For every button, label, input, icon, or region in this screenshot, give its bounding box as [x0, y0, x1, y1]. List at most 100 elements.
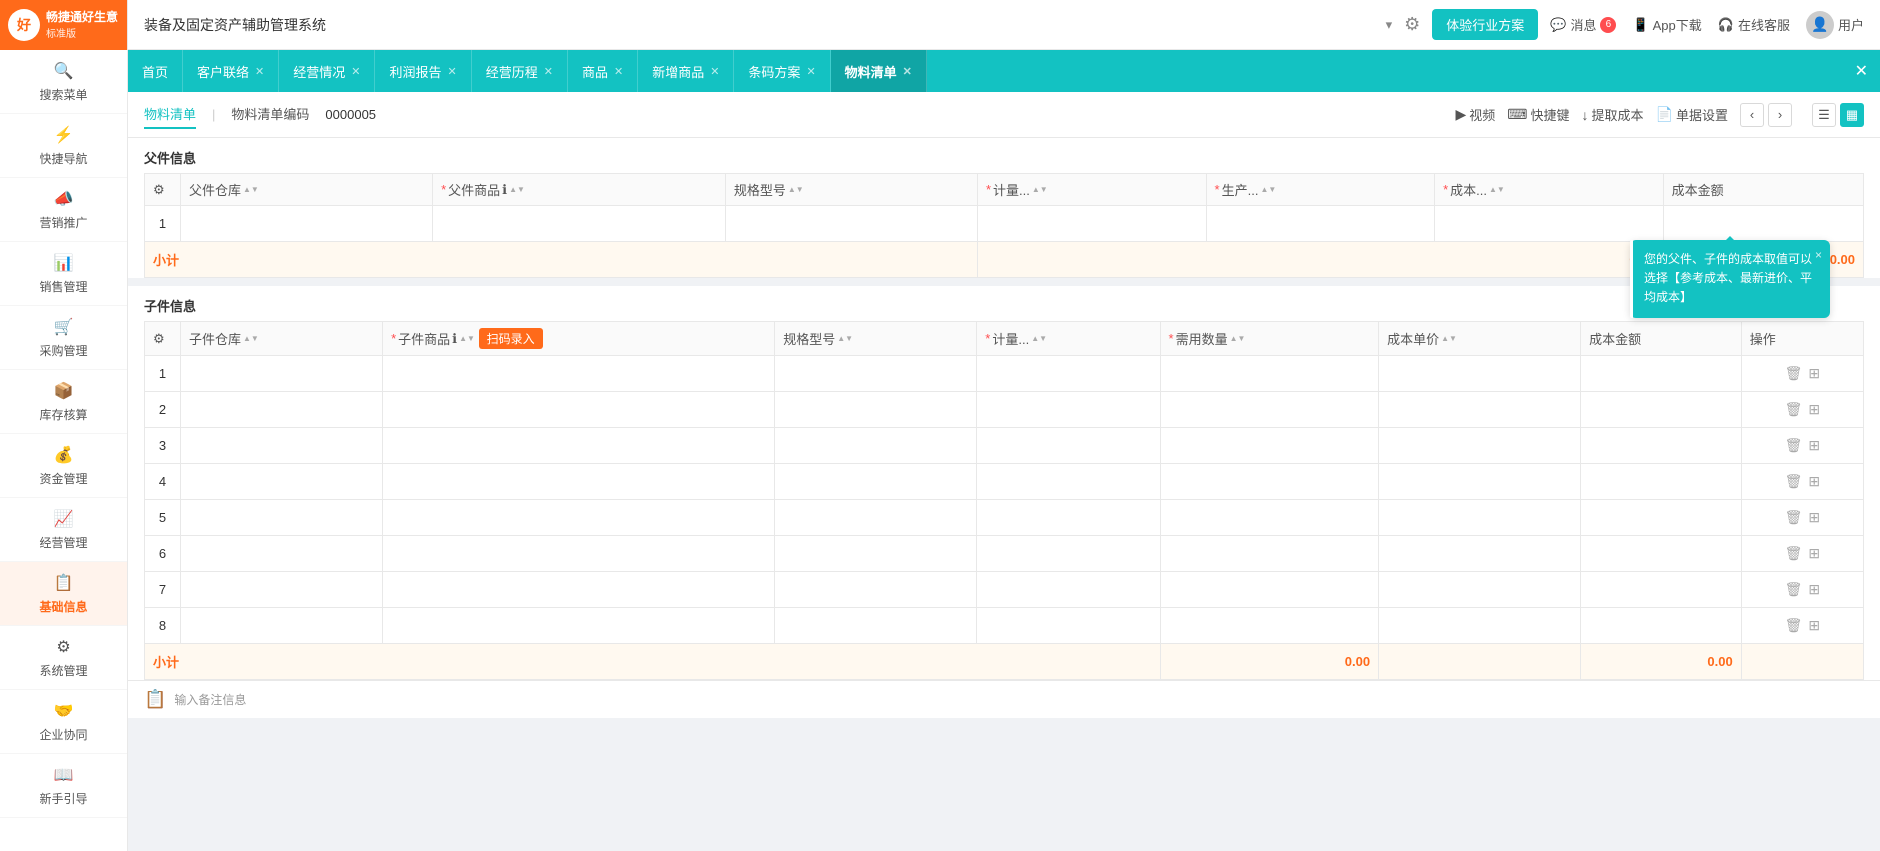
child-unit-1[interactable]	[977, 392, 1160, 428]
parent-warehouse-cell[interactable]	[181, 206, 433, 242]
child-warehouse-3[interactable]	[181, 464, 383, 500]
parent-production-cell[interactable]	[1206, 206, 1435, 242]
child-product-0[interactable]	[383, 356, 775, 392]
sub-tab-list[interactable]: 物料清单	[144, 100, 196, 129]
nav-tab-1[interactable]: 客户联络✕	[183, 50, 279, 92]
child-product-3[interactable]	[383, 464, 775, 500]
sidebar-item-10[interactable]: 🤝企业协同	[0, 690, 127, 754]
nav-tab-close-6[interactable]: ✕	[710, 65, 719, 78]
copy-icon-0[interactable]: ⊞	[1808, 365, 1820, 382]
nav-tab-3[interactable]: 利润报告✕	[375, 50, 471, 92]
nav-tab-close-5[interactable]: ✕	[614, 65, 623, 78]
child-qty-3[interactable]	[1160, 464, 1379, 500]
child-spec-4[interactable]	[775, 500, 977, 536]
sub-tab-code-label[interactable]: 物料清单编码	[231, 100, 309, 129]
parent-col-gear[interactable]: ⚙	[145, 174, 181, 206]
list-view-btn[interactable]: ☰	[1812, 103, 1836, 127]
sidebar-item-6[interactable]: 💰资金管理	[0, 434, 127, 498]
child-qty-1[interactable]	[1160, 392, 1379, 428]
copy-icon-5[interactable]: ⊞	[1808, 545, 1820, 562]
child-warehouse-5[interactable]	[181, 536, 383, 572]
extract-cost-action[interactable]: ↓ 提取成本	[1582, 105, 1644, 124]
scan-input-button[interactable]: 扫码录入	[479, 328, 543, 349]
child-spec-0[interactable]	[775, 356, 977, 392]
child-product-4[interactable]	[383, 500, 775, 536]
child-qty-4[interactable]	[1160, 500, 1379, 536]
nav-tab-6[interactable]: 新增商品✕	[638, 50, 734, 92]
child-product-7[interactable]	[383, 608, 775, 644]
child-unit-cost-2[interactable]	[1379, 428, 1581, 464]
sidebar-item-3[interactable]: 📊销售管理	[0, 242, 127, 306]
next-btn[interactable]: ›	[1768, 103, 1792, 127]
child-unit-cost-4[interactable]	[1379, 500, 1581, 536]
child-warehouse-7[interactable]	[181, 608, 383, 644]
copy-icon-7[interactable]: ⊞	[1808, 617, 1820, 634]
child-unit-cost-0[interactable]	[1379, 356, 1581, 392]
parent-spec-cell[interactable]	[725, 206, 977, 242]
delete-icon-7[interactable]: 🗑	[1785, 617, 1803, 634]
delete-icon-3[interactable]: 🗑	[1785, 473, 1803, 490]
child-warehouse-6[interactable]	[181, 572, 383, 608]
delete-icon-5[interactable]: 🗑	[1785, 545, 1803, 562]
child-spec-2[interactable]	[775, 428, 977, 464]
sidebar-item-9[interactable]: ⚙系统管理	[0, 626, 127, 690]
child-qty-5[interactable]	[1160, 536, 1379, 572]
delete-icon-4[interactable]: 🗑	[1785, 509, 1803, 526]
child-spec-3[interactable]	[775, 464, 977, 500]
prev-btn[interactable]: ‹	[1740, 103, 1764, 127]
nav-tab-2[interactable]: 经营情况✕	[279, 50, 375, 92]
nav-tab-0[interactable]: 首页	[128, 50, 183, 92]
note-placeholder[interactable]: 输入备注信息	[174, 691, 246, 708]
child-spec-6[interactable]	[775, 572, 977, 608]
child-qty-0[interactable]	[1160, 356, 1379, 392]
child-warehouse-0[interactable]	[181, 356, 383, 392]
child-product-2[interactable]	[383, 428, 775, 464]
child-product-1[interactable]	[383, 392, 775, 428]
sidebar-item-11[interactable]: 📖新手引导	[0, 754, 127, 818]
sidebar-item-8[interactable]: 📋基础信息	[0, 562, 127, 626]
sidebar-item-7[interactable]: 📈经营管理	[0, 498, 127, 562]
nav-tab-4[interactable]: 经营历程✕	[472, 50, 568, 92]
nav-tab-close-8[interactable]: ✕	[903, 65, 912, 78]
delete-icon-6[interactable]: 🗑	[1785, 581, 1803, 598]
nav-tab-close-3[interactable]: ✕	[448, 65, 457, 78]
nav-tab-close-1[interactable]: ✕	[255, 65, 264, 78]
dropdown-arrow[interactable]: ▾	[1386, 17, 1393, 33]
delete-icon-0[interactable]: 🗑	[1785, 365, 1803, 382]
copy-icon-1[interactable]: ⊞	[1808, 401, 1820, 418]
tooltip-close-button[interactable]: ×	[1815, 246, 1822, 265]
app-download-item[interactable]: 📱 App下载	[1632, 15, 1701, 34]
nav-tab-8[interactable]: 物料清单✕	[831, 50, 927, 92]
sidebar-item-5[interactable]: 📦库存核算	[0, 370, 127, 434]
child-warehouse-1[interactable]	[181, 392, 383, 428]
single-settings-action[interactable]: 📄 单据设置	[1656, 105, 1728, 124]
parent-unit-cell[interactable]	[977, 206, 1206, 242]
child-qty-6[interactable]	[1160, 572, 1379, 608]
sidebar-item-0[interactable]: 🔍搜索菜单	[0, 50, 127, 114]
sidebar-item-2[interactable]: 📣营销推广	[0, 178, 127, 242]
child-product-6[interactable]	[383, 572, 775, 608]
nav-close-button[interactable]: ✕	[1843, 50, 1880, 92]
child-unit-cost-1[interactable]	[1379, 392, 1581, 428]
nav-tab-5[interactable]: 商品✕	[568, 50, 638, 92]
nav-tab-7[interactable]: 条码方案✕	[734, 50, 830, 92]
child-unit-2[interactable]	[977, 428, 1160, 464]
child-unit-cost-7[interactable]	[1379, 608, 1581, 644]
child-qty-2[interactable]	[1160, 428, 1379, 464]
message-item[interactable]: 💬 消息 6	[1550, 15, 1616, 34]
child-unit-cost-5[interactable]	[1379, 536, 1581, 572]
child-spec-7[interactable]	[775, 608, 977, 644]
online-service-item[interactable]: 🎧 在线客服	[1718, 15, 1790, 34]
child-qty-7[interactable]	[1160, 608, 1379, 644]
child-unit-6[interactable]	[977, 572, 1160, 608]
child-warehouse-4[interactable]	[181, 500, 383, 536]
child-unit-cost-3[interactable]	[1379, 464, 1581, 500]
child-spec-5[interactable]	[775, 536, 977, 572]
child-unit-cost-6[interactable]	[1379, 572, 1581, 608]
trial-button[interactable]: 体验行业方案	[1432, 9, 1538, 40]
child-spec-1[interactable]	[775, 392, 977, 428]
sidebar-item-1[interactable]: ⚡快捷导航	[0, 114, 127, 178]
nav-tab-close-7[interactable]: ✕	[806, 65, 815, 78]
user-item[interactable]: 👤 用户	[1806, 11, 1864, 39]
copy-icon-6[interactable]: ⊞	[1808, 581, 1820, 598]
